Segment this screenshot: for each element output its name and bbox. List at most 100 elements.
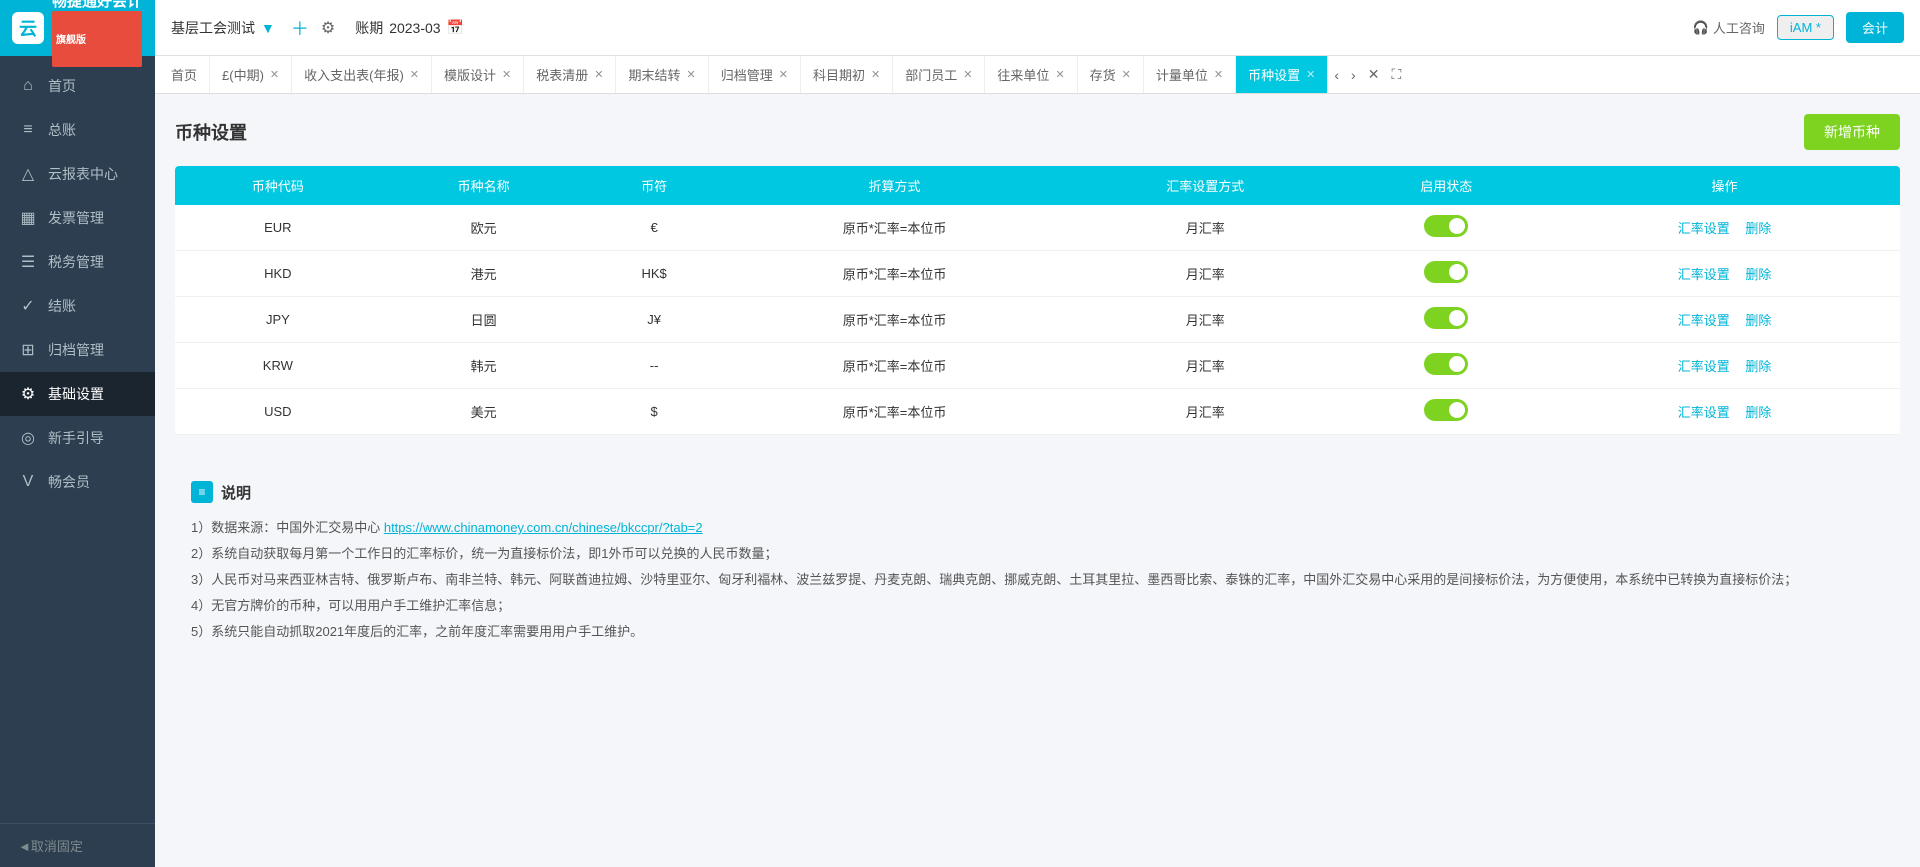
- delete-link-4[interactable]: 删除: [1745, 405, 1771, 420]
- tab-report[interactable]: 收入支出表(年报) ✕: [292, 56, 432, 94]
- th-symbol: 币符: [586, 166, 721, 205]
- logo-title: 畅捷通好会计: [52, 0, 142, 11]
- toggle-track-4: [1424, 399, 1468, 421]
- rate-setting-link-3[interactable]: 汇率设置: [1678, 359, 1730, 374]
- delete-link-0[interactable]: 删除: [1745, 221, 1771, 236]
- tab-currency[interactable]: 币种设置 ✕: [1236, 56, 1328, 94]
- guide-icon: ◎: [18, 428, 38, 448]
- rate-setting-link-2[interactable]: 汇率设置: [1678, 313, 1730, 328]
- tab-inventory[interactable]: 存货 ✕: [1078, 56, 1144, 94]
- table-row: HKD 港元 HK$ 原币*汇率=本位币 月汇率 汇率设置 删除: [175, 251, 1900, 297]
- cell-name-1: 港元: [381, 251, 587, 297]
- rate-setting-link-4[interactable]: 汇率设置: [1678, 405, 1730, 420]
- cell-symbol-1: HK$: [586, 251, 721, 297]
- tab-unit-close-icon[interactable]: ✕: [1214, 68, 1223, 81]
- tab-prev-icon[interactable]: ‹: [1328, 67, 1345, 83]
- notice-link[interactable]: https://www.chinamoney.com.cn/chinese/bk…: [384, 520, 703, 535]
- rate-setting-link-1[interactable]: 汇率设置: [1678, 267, 1730, 282]
- user-button[interactable]: iAM *: [1777, 15, 1834, 40]
- cell-symbol-3: --: [586, 343, 721, 389]
- sidebar-item-invoice[interactable]: ▦ 发票管理: [0, 196, 155, 240]
- tab-partner[interactable]: 往来单位 ✕: [985, 56, 1077, 94]
- tab-tax[interactable]: 税表清册 ✕: [524, 56, 616, 94]
- toggle-4[interactable]: [1424, 399, 1468, 421]
- sidebar-item-archive[interactable]: ⊞ 归档管理: [0, 328, 155, 372]
- sidebar-item-member[interactable]: V 畅会员: [0, 460, 155, 504]
- tab-period-close-icon[interactable]: ✕: [270, 68, 279, 81]
- sidebar-item-checkout-label: 结账: [48, 296, 76, 316]
- tab-inventory-close-icon[interactable]: ✕: [1122, 68, 1131, 81]
- cell-rate-2: 月汇率: [1067, 297, 1343, 343]
- sidebar-item-basic[interactable]: ⚙ 基础设置: [0, 372, 155, 416]
- cell-status-2[interactable]: [1343, 297, 1549, 343]
- sidebar-item-guide[interactable]: ◎ 新手引导: [0, 416, 155, 460]
- tab-close-all-icon[interactable]: ✕: [1362, 66, 1386, 83]
- tab-archive-close-icon[interactable]: ✕: [779, 68, 788, 81]
- table-row: JPY 日圆 J¥ 原币*汇率=本位币 月汇率 汇率设置 删除: [175, 297, 1900, 343]
- tab-tax-close-icon[interactable]: ✕: [594, 68, 603, 81]
- tab-period-end-close-icon[interactable]: ✕: [687, 68, 696, 81]
- toggle-track-2: [1424, 307, 1468, 329]
- sidebar-item-home[interactable]: ⌂ 首页: [0, 64, 155, 108]
- sidebar-item-ledger[interactable]: ≡ 总账: [0, 108, 155, 152]
- rate-setting-link-0[interactable]: 汇率设置: [1678, 221, 1730, 236]
- toggle-1[interactable]: [1424, 261, 1468, 283]
- delete-link-1[interactable]: 删除: [1745, 267, 1771, 282]
- sidebar-footer-pin[interactable]: ◄取消固定: [0, 823, 155, 867]
- toggle-2[interactable]: [1424, 307, 1468, 329]
- tab-expand-icon[interactable]: ⛶: [1385, 66, 1407, 83]
- tab-department[interactable]: 部门员工 ✕: [893, 56, 985, 94]
- notice-item: 5）系统只能自动抓取2021年度后的汇率，之前年度汇率需要用用户手工维护。: [191, 619, 1884, 645]
- basic-icon: ⚙: [18, 384, 38, 404]
- tab-period-end[interactable]: 期末结转 ✕: [616, 56, 708, 94]
- th-code: 币种代码: [175, 166, 381, 205]
- tab-next-icon[interactable]: ›: [1345, 67, 1362, 83]
- new-currency-button[interactable]: 新增币种: [1804, 114, 1900, 150]
- tab-partner-close-icon[interactable]: ✕: [1055, 68, 1064, 81]
- member-icon: V: [18, 473, 38, 491]
- notice-list: 1）数据来源：中国外汇交易中心 https://www.chinamoney.c…: [191, 515, 1884, 645]
- tab-template-close-icon[interactable]: ✕: [502, 68, 511, 81]
- tab-inventory-label: 存货: [1090, 65, 1116, 84]
- add-project-icon[interactable]: ＋: [291, 15, 309, 41]
- project-selector[interactable]: 基层工会测试 ▼: [171, 18, 275, 38]
- tab-period[interactable]: £(中期) ✕: [210, 56, 292, 94]
- toggle-3[interactable]: [1424, 353, 1468, 375]
- sidebar-item-guide-label: 新手引导: [48, 428, 104, 448]
- archive-icon: ⊞: [18, 340, 38, 360]
- sidebar-item-archive-label: 归档管理: [48, 340, 104, 360]
- toggle-0[interactable]: [1424, 215, 1468, 237]
- cell-rate-3: 月汇率: [1067, 343, 1343, 389]
- delete-link-2[interactable]: 删除: [1745, 313, 1771, 328]
- notice-icon: ≡: [191, 481, 213, 503]
- toggle-track-3: [1424, 353, 1468, 375]
- sidebar-item-tax[interactable]: ☰ 税务管理: [0, 240, 155, 284]
- content-area: 币种设置 新增币种 币种代码 币种名称 币符 折算方式 汇率设置方式 启用状态 …: [155, 94, 1920, 867]
- cell-status-0[interactable]: [1343, 205, 1549, 251]
- tab-partner-label: 往来单位: [997, 65, 1049, 84]
- table-header-row: 币种代码 币种名称 币符 折算方式 汇率设置方式 启用状态 操作: [175, 166, 1900, 205]
- delete-link-3[interactable]: 删除: [1745, 359, 1771, 374]
- tab-home[interactable]: 首页: [159, 56, 210, 94]
- tab-currency-close-icon[interactable]: ✕: [1306, 68, 1315, 81]
- checkout-icon: ✓: [18, 296, 38, 316]
- tab-subjects[interactable]: 科目期初 ✕: [801, 56, 893, 94]
- toggle-track-0: [1424, 215, 1468, 237]
- tab-archive[interactable]: 归档管理 ✕: [709, 56, 801, 94]
- sidebar-item-reports[interactable]: △ 云报表中心: [0, 152, 155, 196]
- calendar-icon[interactable]: 📅: [447, 19, 464, 36]
- role-button[interactable]: 会计: [1846, 12, 1904, 43]
- tab-unit[interactable]: 计量单位 ✕: [1144, 56, 1236, 94]
- notice-item: 4）无官方牌价的币种，可以用用户手工维护汇率信息；: [191, 593, 1884, 619]
- cell-status-3[interactable]: [1343, 343, 1549, 389]
- help-button[interactable]: 🎧 人工咨询: [1693, 18, 1765, 37]
- tab-report-close-icon[interactable]: ✕: [410, 68, 419, 81]
- sidebar-item-checkout[interactable]: ✓ 结账: [0, 284, 155, 328]
- tab-template[interactable]: 模版设计 ✕: [432, 56, 524, 94]
- cell-status-4[interactable]: [1343, 389, 1549, 435]
- cell-status-1[interactable]: [1343, 251, 1549, 297]
- tab-subjects-close-icon[interactable]: ✕: [871, 68, 880, 81]
- settings-icon[interactable]: ⚙: [321, 18, 335, 38]
- table-row: USD 美元 $ 原币*汇率=本位币 月汇率 汇率设置 删除: [175, 389, 1900, 435]
- tab-department-close-icon[interactable]: ✕: [963, 68, 972, 81]
